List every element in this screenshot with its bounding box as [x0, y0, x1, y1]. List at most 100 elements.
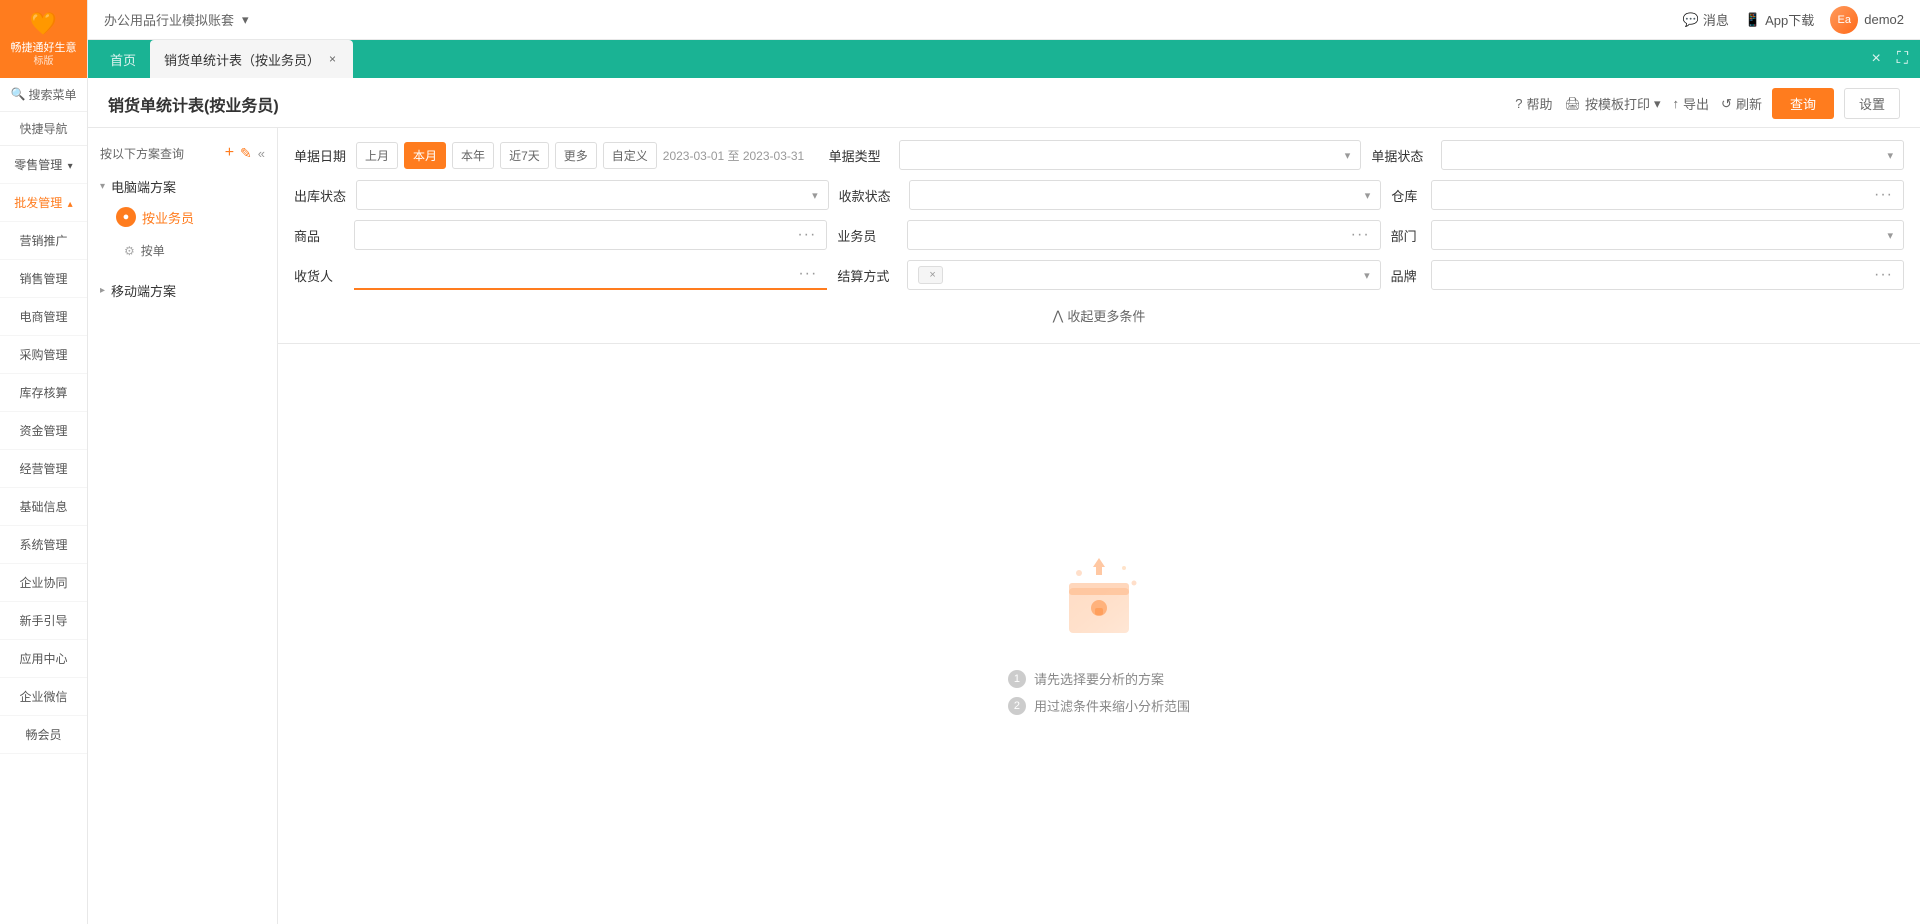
out-status-control: ▾: [356, 180, 829, 210]
tab-sales-stat-label: 销货单统计表（按业务员）: [164, 50, 320, 69]
sidebar-item-appcenter[interactable]: 应用中心: [0, 640, 87, 678]
user-area[interactable]: Ea demo2: [1830, 6, 1904, 34]
doc-status-label: 单据状态: [1371, 146, 1431, 165]
sidebar-item-sales[interactable]: 销售管理: [0, 260, 87, 298]
sidebar-item-finance[interactable]: 资金管理: [0, 412, 87, 450]
help-label: 帮助: [1526, 94, 1552, 113]
doc-status-select[interactable]: ▾: [1441, 140, 1904, 170]
doc-type-select[interactable]: ▾: [899, 140, 1362, 170]
tip-text-2: 用过滤条件来缩小分析范围: [1034, 696, 1190, 715]
sidebar-item-newuser[interactable]: 新手引导: [0, 602, 87, 640]
export-action[interactable]: ↑ 导出: [1673, 94, 1710, 113]
refresh-icon: ↺: [1721, 96, 1732, 112]
sidebar-item-ecommerce[interactable]: 电商管理: [0, 298, 87, 336]
warehouse-label: 仓库: [1391, 186, 1421, 205]
mobile-scheme-header[interactable]: ▸ 移动端方案: [88, 276, 277, 305]
operation-label: 经营管理: [19, 462, 67, 476]
doc-type-arrow: ▾: [1345, 149, 1351, 162]
search-menu-item[interactable]: 🔍 搜索菜单: [0, 78, 87, 112]
member-label: 畅会员: [25, 728, 61, 742]
filter-panel-title: 按以下方案查询 + ✎ «: [88, 138, 277, 168]
logo-sub: 标版: [34, 55, 54, 68]
wholesale-label: 批发管理: [14, 196, 62, 210]
date-btn-thisyear[interactable]: 本年: [452, 142, 494, 169]
logo-text: 畅捷通好生意: [11, 41, 77, 55]
collapse-button[interactable]: ⋀ 收起更多条件: [1053, 300, 1146, 331]
sidebar-item-inventory[interactable]: 库存核算: [0, 374, 87, 412]
brand-select[interactable]: ···: [1431, 260, 1904, 290]
sidebar-item-wechat[interactable]: 企业微信: [0, 678, 87, 716]
out-status-arrow: ▾: [812, 189, 818, 202]
search-menu-label: 搜索菜单: [28, 86, 76, 103]
settlement-tag-close[interactable]: ×: [929, 269, 935, 281]
department-select[interactable]: ▾: [1431, 220, 1904, 250]
sub-icon: ⚙: [124, 244, 135, 258]
sidebar-item-wholesale[interactable]: 批发管理 ▴: [0, 184, 87, 222]
quick-nav-item[interactable]: 快捷导航: [0, 112, 87, 146]
setting-button[interactable]: 设置: [1844, 88, 1900, 119]
filter-row-2: 出库状态 ▾ 收款状态 ▾: [294, 180, 1904, 210]
sidebar-item-purchase[interactable]: 采购管理: [0, 336, 87, 374]
filter-panel-actions: + ✎ «: [225, 144, 265, 162]
tab-sales-stat[interactable]: 销货单统计表（按业务员） ×: [150, 40, 353, 78]
tab-fullscreen-icon[interactable]: ⛶: [1893, 48, 1912, 70]
sidebar-item-enterprise[interactable]: 企业协同: [0, 564, 87, 602]
header-dropdown-icon[interactable]: ▾: [242, 12, 249, 28]
newuser-label: 新手引导: [19, 614, 67, 628]
settlement-arrow: ▾: [1364, 269, 1370, 282]
sidebar-item-basic[interactable]: 基础信息: [0, 488, 87, 526]
payment-status-label: 收款状态: [839, 186, 899, 205]
message-button[interactable]: 💬 消息: [1683, 10, 1729, 29]
date-btn-thismonth[interactable]: 本月: [404, 142, 446, 169]
sidebar-item-system[interactable]: 系统管理: [0, 526, 87, 564]
settlement-select[interactable]: × ▾: [907, 260, 1380, 290]
salesperson-dots: ···: [1351, 226, 1370, 244]
user-avatar: Ea: [1830, 6, 1858, 34]
date-btn-custom[interactable]: 自定义: [603, 142, 657, 169]
salesperson-select[interactable]: ···: [907, 220, 1380, 250]
tip-num-1: 1: [1008, 670, 1026, 688]
edit-scheme-button[interactable]: ✎: [240, 145, 252, 162]
brand-control: ···: [1431, 260, 1904, 290]
collapse-panel-button[interactable]: «: [258, 146, 265, 161]
basic-label: 基础信息: [19, 500, 67, 514]
print-action[interactable]: 🖨 按模板打印 ▾: [1564, 94, 1660, 113]
query-button[interactable]: 查询: [1772, 88, 1834, 119]
date-btn-7days[interactable]: 近7天: [500, 142, 549, 169]
quick-nav-label: 快捷导航: [19, 122, 67, 136]
refresh-action[interactable]: ↺ 刷新: [1721, 94, 1762, 113]
sub-schemes: ⚙ 按单: [88, 233, 277, 268]
tab-close-icon[interactable]: ×: [326, 51, 339, 67]
goods-select[interactable]: ···: [354, 220, 827, 250]
logo-icon: 🧡: [30, 10, 57, 39]
warehouse-select[interactable]: ···: [1431, 180, 1904, 210]
date-btn-more[interactable]: 更多: [555, 142, 597, 169]
sidebar-item-retail[interactable]: 零售管理 ▾: [0, 146, 87, 184]
goods-control: ···: [354, 220, 827, 250]
filter-row-3: 商品 ··· 业务员 ···: [294, 220, 1904, 250]
add-scheme-button[interactable]: +: [225, 144, 234, 162]
scheme-by-order[interactable]: ⚙ 按单: [88, 237, 277, 264]
tab-home[interactable]: 首页: [96, 40, 150, 78]
scheme-salesperson[interactable]: ● 按业务员: [88, 201, 277, 233]
finance-label: 资金管理: [19, 424, 67, 438]
sidebar-item-member[interactable]: 畅会员: [0, 716, 87, 754]
app-download-button[interactable]: 📱 App下载: [1745, 10, 1814, 29]
header-title: 办公用品行业模拟账套: [104, 10, 234, 29]
desktop-scheme-header[interactable]: ▾ 电脑端方案: [88, 172, 277, 201]
print-arrow[interactable]: ▾: [1654, 96, 1661, 112]
receiver-select[interactable]: ···: [354, 260, 827, 290]
tab-close-all-icon[interactable]: ×: [1867, 48, 1884, 70]
out-status-select[interactable]: ▾: [356, 180, 829, 210]
scheme-by-order-label: 按单: [141, 242, 165, 259]
payment-status-select[interactable]: ▾: [909, 180, 1382, 210]
content-wrapper: 按以下方案查询 + ✎ « ▾ 电脑端方案 ● 按业务员: [88, 128, 1920, 924]
out-status-label: 出库状态: [294, 186, 346, 205]
department-control: ▾: [1431, 220, 1904, 250]
date-btn-lastmonth[interactable]: 上月: [356, 142, 398, 169]
help-action[interactable]: ? 帮助: [1515, 94, 1552, 113]
sidebar-item-marketing[interactable]: 营销推广: [0, 222, 87, 260]
wechat-label: 企业微信: [19, 690, 67, 704]
sidebar-item-operation[interactable]: 经营管理: [0, 450, 87, 488]
app-logo[interactable]: 🧡 畅捷通好生意 标版: [0, 0, 87, 78]
